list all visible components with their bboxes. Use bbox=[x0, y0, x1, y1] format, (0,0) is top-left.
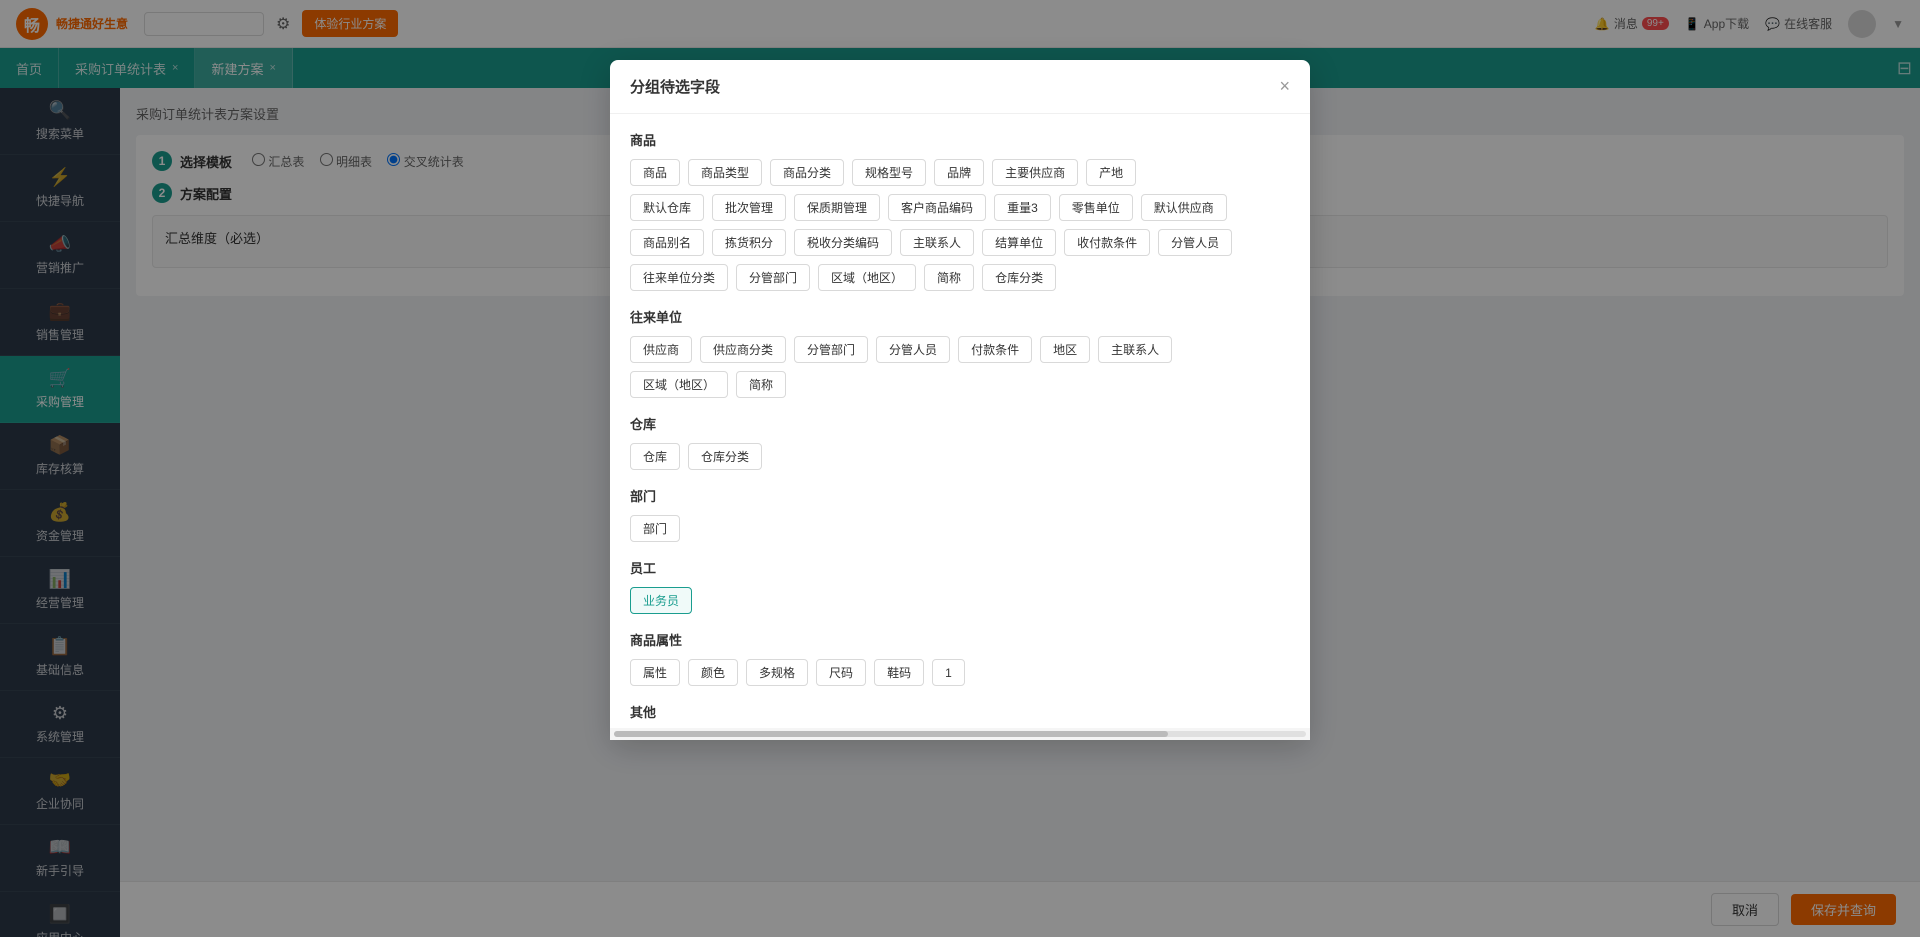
chip-region[interactable]: 区域（地区） bbox=[818, 264, 916, 291]
chip-main-supplier[interactable]: 主要供应商 bbox=[992, 159, 1078, 186]
chip-area[interactable]: 地区 bbox=[1040, 336, 1090, 363]
chip-expiry-manage[interactable]: 保质期管理 bbox=[794, 194, 880, 221]
chip-salesperson[interactable]: 业务员 bbox=[630, 587, 692, 614]
chip-default-supplier[interactable]: 默认供应商 bbox=[1141, 194, 1227, 221]
modal-scrollbar[interactable] bbox=[610, 728, 1310, 740]
section-product-chips4: 往来单位分类 分管部门 区域（地区） 简称 仓库分类 bbox=[630, 264, 1290, 291]
chip-attr[interactable]: 属性 bbox=[630, 659, 680, 686]
chip-spec-model[interactable]: 规格型号 bbox=[852, 159, 926, 186]
chip-origin[interactable]: 产地 bbox=[1086, 159, 1136, 186]
section-partner-title: 往来单位 bbox=[630, 307, 1290, 326]
section-product-chips2: 默认仓库 批次管理 保质期管理 客户商品编码 重量3 零售单位 默认供应商 bbox=[630, 194, 1290, 221]
chip-shoe-size[interactable]: 鞋码 bbox=[874, 659, 924, 686]
chip-retail-unit[interactable]: 零售单位 bbox=[1059, 194, 1133, 221]
chip-partner-region[interactable]: 区域（地区） bbox=[630, 371, 728, 398]
section-dept-chips: 部门 bbox=[630, 515, 1290, 542]
section-partner-chips: 供应商 供应商分类 分管部门 分管人员 付款条件 地区 主联系人 bbox=[630, 336, 1290, 363]
chip-customer-code[interactable]: 客户商品编码 bbox=[888, 194, 986, 221]
modal-body: 商品 商品 商品类型 商品分类 规格型号 品牌 主要供应商 产地 默认仓库 批次… bbox=[610, 114, 1310, 728]
chip-supplier-category[interactable]: 供应商分类 bbox=[700, 336, 786, 363]
chip-warehouse[interactable]: 仓库 bbox=[630, 443, 680, 470]
chip-payment-condition[interactable]: 付款条件 bbox=[958, 336, 1032, 363]
chip-product[interactable]: 商品 bbox=[630, 159, 680, 186]
section-warehouse-chips: 仓库 仓库分类 bbox=[630, 443, 1290, 470]
chip-manager[interactable]: 分管人员 bbox=[1158, 229, 1232, 256]
chip-partner-manager[interactable]: 分管人员 bbox=[876, 336, 950, 363]
section-employee-title: 员工 bbox=[630, 558, 1290, 577]
field-select-modal: 分组待选字段 × 商品 商品 商品类型 商品分类 规格型号 品牌 主要供应商 产… bbox=[610, 60, 1310, 740]
section-product-attr-title: 商品属性 bbox=[630, 630, 1290, 649]
section-product-chips: 商品 商品类型 商品分类 规格型号 品牌 主要供应商 产地 bbox=[630, 159, 1290, 186]
chip-batch-manage[interactable]: 批次管理 bbox=[712, 194, 786, 221]
chip-main-contact[interactable]: 主联系人 bbox=[900, 229, 974, 256]
section-warehouse-title: 仓库 bbox=[630, 414, 1290, 433]
chip-size[interactable]: 尺码 bbox=[816, 659, 866, 686]
chip-partner-abbr[interactable]: 简称 bbox=[736, 371, 786, 398]
chip-wh-category[interactable]: 仓库分类 bbox=[982, 264, 1056, 291]
section-dept-title: 部门 bbox=[630, 486, 1290, 505]
chip-alias[interactable]: 商品别名 bbox=[630, 229, 704, 256]
modal-title: 分组待选字段 bbox=[630, 76, 720, 97]
chip-settlement-unit[interactable]: 结算单位 bbox=[982, 229, 1056, 256]
section-other-title: 其他 bbox=[630, 702, 1290, 721]
modal-close-button[interactable]: × bbox=[1279, 76, 1290, 97]
chip-tax-code[interactable]: 税收分类编码 bbox=[794, 229, 892, 256]
chip-default-warehouse[interactable]: 默认仓库 bbox=[630, 194, 704, 221]
section-employee-chips: 业务员 bbox=[630, 587, 1290, 614]
chip-abbr[interactable]: 简称 bbox=[924, 264, 974, 291]
chip-partner-contact[interactable]: 主联系人 bbox=[1098, 336, 1172, 363]
chip-pick-score[interactable]: 拣货积分 bbox=[712, 229, 786, 256]
chip-partner-dept[interactable]: 分管部门 bbox=[794, 336, 868, 363]
chip-partner-category[interactable]: 往来单位分类 bbox=[630, 264, 728, 291]
chip-product-category[interactable]: 商品分类 bbox=[770, 159, 844, 186]
chip-one[interactable]: 1 bbox=[932, 659, 965, 686]
chip-dept[interactable]: 分管部门 bbox=[736, 264, 810, 291]
chip-payment-terms[interactable]: 收付款条件 bbox=[1064, 229, 1150, 256]
chip-supplier[interactable]: 供应商 bbox=[630, 336, 692, 363]
modal-overlay: 分组待选字段 × 商品 商品 商品类型 商品分类 规格型号 品牌 主要供应商 产… bbox=[0, 0, 1920, 937]
section-product-attr-chips: 属性 颜色 多规格 尺码 鞋码 1 bbox=[630, 659, 1290, 686]
section-product-title: 商品 bbox=[630, 130, 1290, 149]
chip-color[interactable]: 颜色 bbox=[688, 659, 738, 686]
chip-department[interactable]: 部门 bbox=[630, 515, 680, 542]
chip-brand[interactable]: 品牌 bbox=[934, 159, 984, 186]
chip-weight3[interactable]: 重量3 bbox=[994, 194, 1051, 221]
chip-warehouse-category[interactable]: 仓库分类 bbox=[688, 443, 762, 470]
chip-product-type[interactable]: 商品类型 bbox=[688, 159, 762, 186]
chip-multi-spec[interactable]: 多规格 bbox=[746, 659, 808, 686]
section-partner-chips2: 区域（地区） 简称 bbox=[630, 371, 1290, 398]
modal-header: 分组待选字段 × bbox=[610, 60, 1310, 114]
section-product-chips3: 商品别名 拣货积分 税收分类编码 主联系人 结算单位 收付款条件 分管人员 bbox=[630, 229, 1290, 256]
